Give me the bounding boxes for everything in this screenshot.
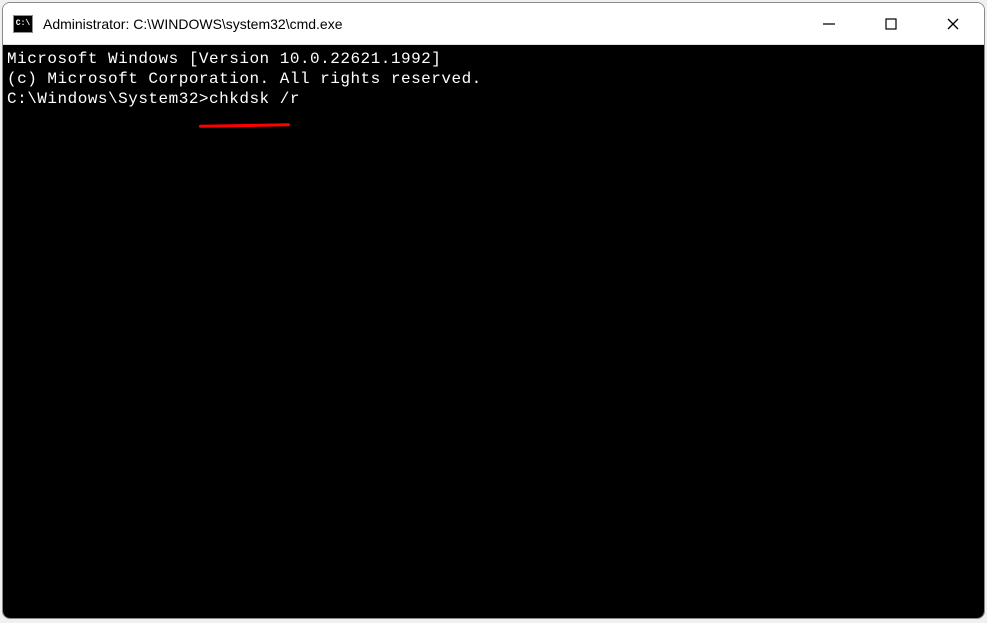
terminal-line-version: Microsoft Windows [Version 10.0.22621.19…	[7, 49, 980, 69]
cmd-icon-text: C:\	[16, 20, 30, 28]
minimize-button[interactable]	[798, 3, 860, 44]
window-controls	[798, 3, 984, 44]
terminal-prompt-line: C:\Windows\System32>chkdsk /r	[7, 89, 980, 109]
close-icon	[946, 17, 960, 31]
red-underline-annotation	[199, 123, 290, 128]
terminal-prompt: C:\Windows\System32>	[7, 90, 209, 108]
maximize-button[interactable]	[860, 3, 922, 44]
terminal-line-copyright: (c) Microsoft Corporation. All rights re…	[7, 69, 980, 89]
terminal-command: chkdsk /r	[209, 90, 300, 108]
cmd-window: C:\ Administrator: C:\WINDOWS\system32\c…	[2, 2, 985, 619]
cmd-icon: C:\	[13, 15, 33, 33]
maximize-icon	[884, 17, 898, 31]
terminal-content[interactable]: Microsoft Windows [Version 10.0.22621.19…	[3, 45, 984, 618]
window-title: Administrator: C:\WINDOWS\system32\cmd.e…	[43, 16, 798, 32]
titlebar[interactable]: C:\ Administrator: C:\WINDOWS\system32\c…	[3, 3, 984, 45]
minimize-icon	[822, 17, 836, 31]
close-button[interactable]	[922, 3, 984, 44]
